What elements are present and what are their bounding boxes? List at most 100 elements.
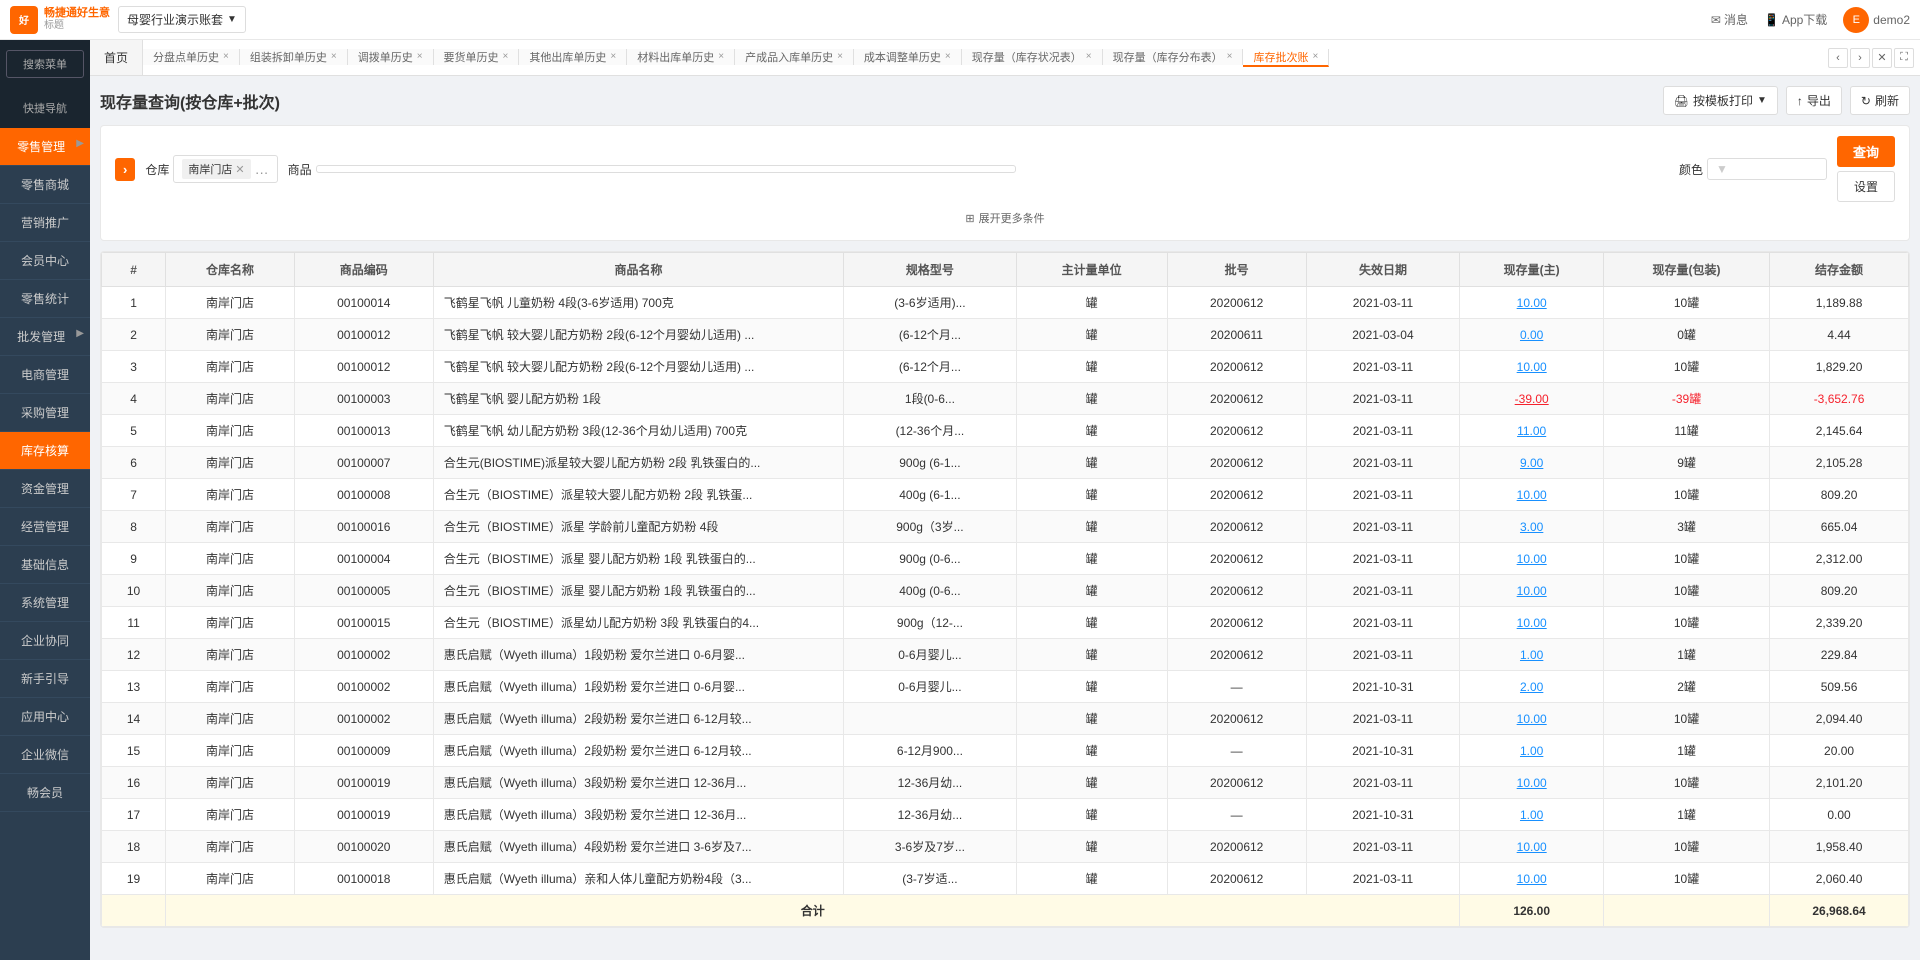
row-spec: 900g (0-6... [844,543,1016,575]
tab-close-icon[interactable]: × [223,51,229,62]
app-download-btn[interactable]: 📱 App下载 [1764,11,1827,28]
row-qty-main[interactable]: 10.00 [1460,479,1604,511]
row-no: 3 [102,351,166,383]
color-tag-container[interactable]: ▼ [1707,158,1827,180]
tab-产成品入库单历史[interactable]: 产成品入库单历史× [735,49,854,65]
row-qty-main[interactable]: 1.00 [1460,735,1604,767]
sidebar-item-企业微信[interactable]: 企业微信 [0,736,90,774]
row-qty-main[interactable]: 10.00 [1460,575,1604,607]
tab-组装拆卸单历史[interactable]: 组装拆卸单历史× [240,49,348,65]
row-expire: 2021-03-11 [1306,863,1460,895]
tab-close-icon[interactable]: × [1086,51,1092,62]
table-row: 16南岸门店00100019惠氏启赋（Wyeth illuma）3段奶粉 爱尔兰… [102,767,1909,799]
tab-材料出库单历史[interactable]: 材料出库单历史× [627,49,735,65]
sidebar-item-营销推广[interactable]: 营销推广 [0,204,90,242]
sidebar-item-畅会员[interactable]: 畅会员 [0,774,90,812]
sidebar-item-基础信息[interactable]: 基础信息 [0,546,90,584]
setting-btn[interactable]: 设置 [1837,171,1895,202]
row-qty-main[interactable]: 10.00 [1460,863,1604,895]
goods-tag-container[interactable] [316,165,1016,173]
tab-close-icon[interactable]: × [331,51,337,62]
sidebar-item-会员中心[interactable]: 会员中心 [0,242,90,280]
sidebar-item-经营管理[interactable]: 经营管理 [0,508,90,546]
company-selector[interactable]: 母婴行业演示账套 ▼ [118,6,246,33]
sidebar: 搜索菜单 快捷导航 零售管理▶零售商城营销推广会员中心零售统计批发管理▶电商管理… [0,40,90,960]
tab-close-icon[interactable]: × [503,51,509,62]
row-qty-main[interactable]: 0.00 [1460,319,1604,351]
tab-现存量（库存状况表）[interactable]: 现存量（库存状况表）× [962,49,1103,65]
sidebar-item-系统管理[interactable]: 系统管理 [0,584,90,622]
row-qty-main[interactable]: 10.00 [1460,543,1604,575]
tab-close-icon[interactable]: × [945,51,951,62]
warehouse-tag-close-icon[interactable]: ✕ [235,163,244,176]
tab-库存批次账[interactable]: 库存批次账× [1243,49,1329,67]
user-area[interactable]: E demo2 [1843,7,1910,33]
row-qty-main[interactable]: 10.00 [1460,703,1604,735]
tab-现存量（库存分布表）[interactable]: 现存量（库存分布表）× [1103,49,1244,65]
row-qty-main[interactable]: 11.00 [1460,415,1604,447]
header-right: ✉ 消息 📱 App下载 E demo2 [1711,7,1910,33]
row-no: 17 [102,799,166,831]
sidebar-item-零售管理[interactable]: 零售管理▶ [0,128,90,166]
export-icon: ↑ [1797,94,1803,108]
quick-nav-btn[interactable]: 快捷导航 [0,92,90,124]
tab-close-all-btn[interactable]: ✕ [1872,48,1892,68]
sidebar-item-库存核算[interactable]: 库存核算 [0,432,90,470]
tab-要货单历史[interactable]: 要货单历史× [434,49,520,65]
messages-btn[interactable]: ✉ 消息 [1711,11,1748,28]
tab-其他出库单历史[interactable]: 其他出库单历史× [519,49,627,65]
row-qty-main[interactable]: 1.00 [1460,639,1604,671]
export-btn[interactable]: ↑ 导出 [1786,86,1842,115]
row-qty-main[interactable]: 1.00 [1460,799,1604,831]
sidebar-item-新手引导[interactable]: 新手引导 [0,660,90,698]
tab-close-icon[interactable]: × [837,51,843,62]
row-warehouse: 南岸门店 [166,799,295,831]
tab-成本调整单历史[interactable]: 成本调整单历史× [854,49,962,65]
row-balance: 509.56 [1770,671,1909,703]
row-code: 00100004 [294,543,433,575]
tab-close-icon[interactable]: × [610,51,616,62]
sidebar-item-零售统计[interactable]: 零售统计 [0,280,90,318]
sidebar-item-零售商城[interactable]: 零售商城 [0,166,90,204]
row-qty-main[interactable]: 10.00 [1460,607,1604,639]
row-qty-main[interactable]: 9.00 [1460,447,1604,479]
row-expire: 2021-10-31 [1306,671,1460,703]
tab-fullscreen-btn[interactable]: ⛶ [1894,48,1914,68]
tab-close-icon[interactable]: × [1312,51,1318,62]
warehouse-tag-container[interactable]: 南岸门店 ✕ … [173,155,277,183]
refresh-btn[interactable]: ↻ 刷新 [1850,86,1910,115]
tab-close-icon[interactable]: × [417,51,423,62]
tab-close-icon[interactable]: × [1227,51,1233,62]
sidebar-item-电商管理[interactable]: 电商管理 [0,356,90,394]
tab-prev-btn[interactable]: ‹ [1828,48,1848,68]
tab-close-icon[interactable]: × [718,51,724,62]
row-qty-main[interactable]: 10.00 [1460,351,1604,383]
footer-cell-0 [102,895,166,927]
row-qty-main[interactable]: 10.00 [1460,767,1604,799]
row-qty-main[interactable]: 10.00 [1460,831,1604,863]
filter-expand-btn[interactable]: › [115,158,135,181]
inventory-table: #仓库名称商品编码商品名称规格型号主计量单位批号失效日期现存量(主)现存量(包装… [101,252,1909,927]
query-btn[interactable]: 查询 [1837,136,1895,167]
sidebar-item-批发管理[interactable]: 批发管理▶ [0,318,90,356]
warehouse-more-btn[interactable]: … [255,161,269,177]
tab-next-btn[interactable]: › [1850,48,1870,68]
row-qty-main[interactable]: 2.00 [1460,671,1604,703]
row-qty-main[interactable]: -39.00 [1460,383,1604,415]
row-qty-pkg: 10罐 [1604,703,1770,735]
table-row: 5南岸门店00100013飞鹤星飞帆 幼儿配方奶粉 3段(12-36个月幼儿适用… [102,415,1909,447]
template-print-btn[interactable]: 🖨 按模板打印 ▼ [1663,86,1778,115]
sidebar-item-应用中心[interactable]: 应用中心 [0,698,90,736]
expand-more-btn[interactable]: ⊞ 展开更多条件 [115,206,1895,230]
row-spec: (6-12个月... [844,351,1016,383]
row-qty-main[interactable]: 10.00 [1460,287,1604,319]
row-qty-main[interactable]: 3.00 [1460,511,1604,543]
sidebar-item-资金管理[interactable]: 资金管理 [0,470,90,508]
tab-home[interactable]: 首页 [90,40,143,75]
tab-分盘点单历史[interactable]: 分盘点单历史× [143,49,240,65]
sidebar-item-采购管理[interactable]: 采购管理 [0,394,90,432]
search-menu-btn[interactable]: 搜索菜单 [6,50,84,78]
tab-调拨单历史[interactable]: 调拨单历史× [348,49,434,65]
sidebar-item-企业协同[interactable]: 企业协同 [0,622,90,660]
expand-more-label: 展开更多条件 [979,210,1045,226]
